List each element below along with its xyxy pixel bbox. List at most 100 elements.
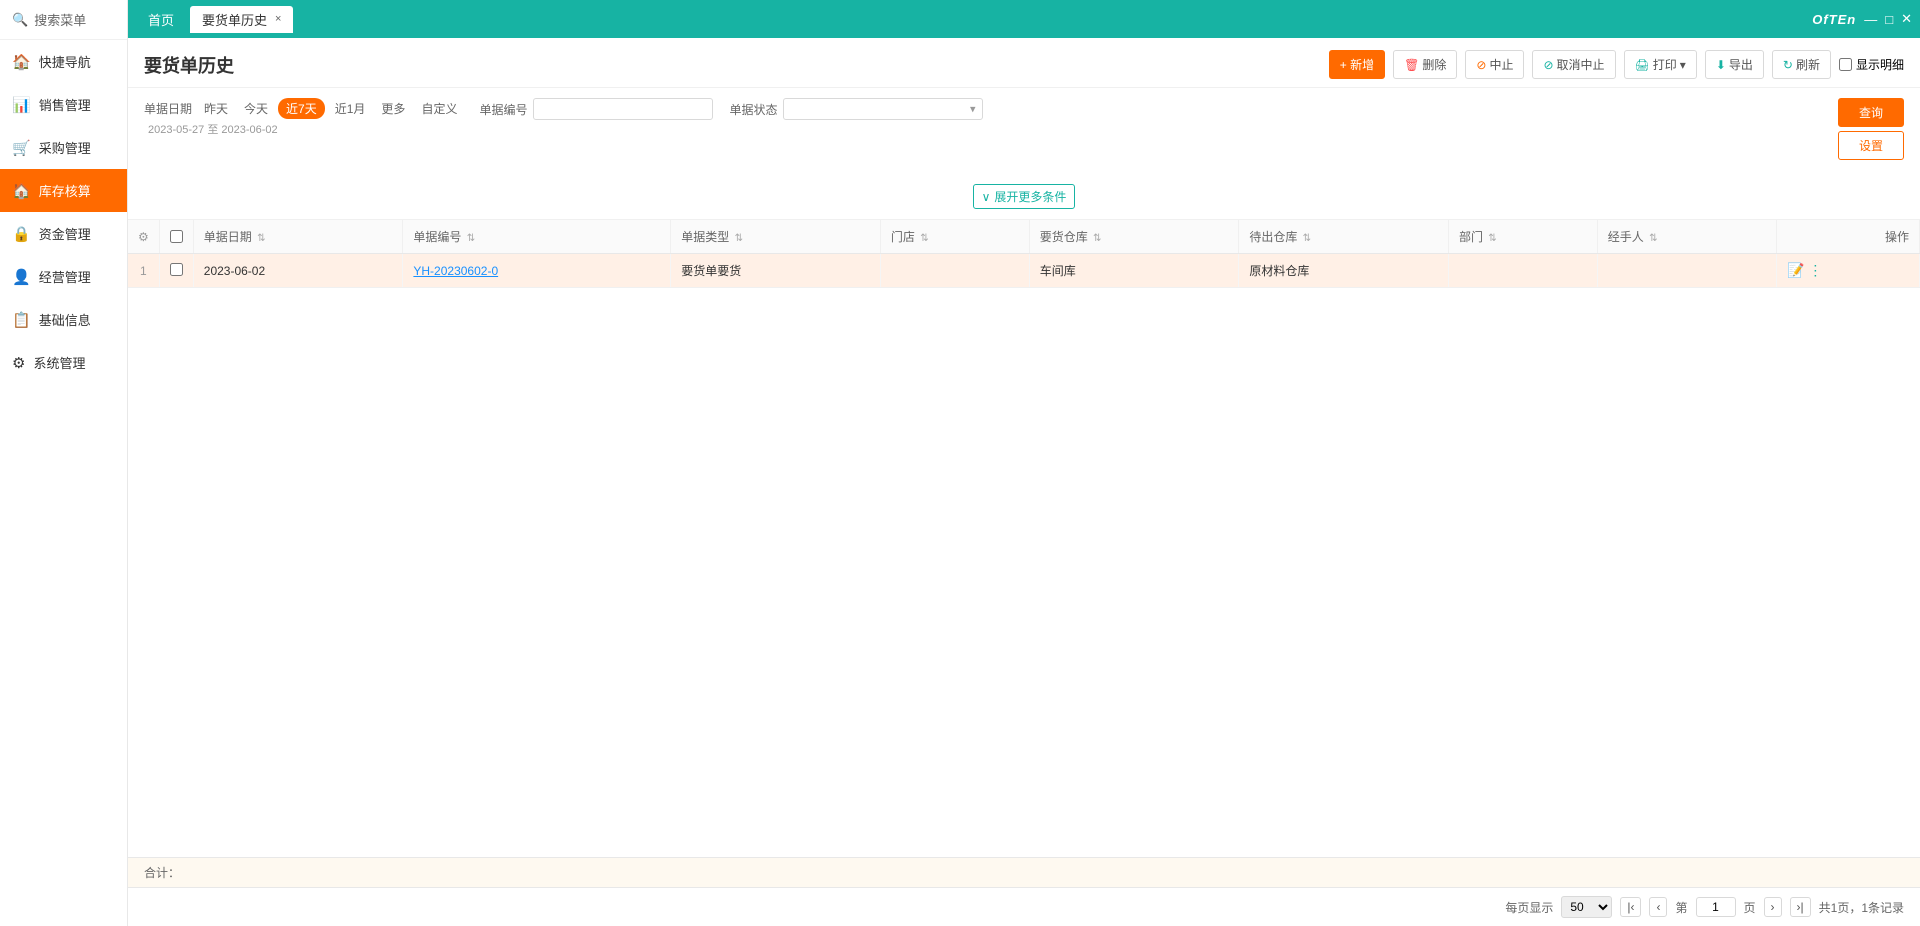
- th-dept[interactable]: 部门 ⇅: [1448, 220, 1597, 254]
- basic-info-icon: 📋: [12, 311, 31, 329]
- th-date[interactable]: 单据日期 ⇅: [193, 220, 403, 254]
- delete-button[interactable]: 🗑 删除: [1393, 50, 1457, 79]
- page-size-select[interactable]: 50 10 20 100: [1561, 896, 1612, 918]
- row-actions: 📝 ⋮: [1776, 254, 1919, 288]
- cancel-stop-button[interactable]: ⊘ 取消中止: [1532, 50, 1615, 79]
- sidebar-item-sys-mgmt[interactable]: ⚙ 系统管理: [0, 341, 127, 384]
- total-info: 共1页，1条记录: [1819, 899, 1904, 916]
- sort-date-icon: ⇅: [257, 233, 265, 244]
- date-btn-more[interactable]: 更多: [375, 98, 411, 119]
- row-pen-wh: 原材料仓库: [1239, 254, 1449, 288]
- next-page-btn[interactable]: ›: [1764, 897, 1782, 917]
- date-range-display: 2023-05-27 至 2023-06-02: [148, 121, 463, 137]
- sidebar-item-quick-nav[interactable]: 🏠 快捷导航: [0, 40, 127, 83]
- th-request-wh[interactable]: 要货仓库 ⇅: [1029, 220, 1239, 254]
- th-type[interactable]: 单据类型 ⇅: [671, 220, 881, 254]
- pagination: 每页显示 50 10 20 100 |‹ ‹ 第 页 › ›| 共1页，1条记录: [128, 887, 1920, 926]
- topbar: 首页 要货单历史 × OfTEn — □ ✕: [128, 0, 1920, 38]
- row-more-icon[interactable]: ⋮: [1808, 262, 1822, 279]
- stop-button[interactable]: ⊘ 中止: [1465, 50, 1524, 79]
- page-input[interactable]: [1696, 897, 1736, 917]
- select-all-checkbox[interactable]: [170, 230, 183, 243]
- refresh-button[interactable]: ↻ 刷新: [1772, 50, 1831, 79]
- sidebar-item-inventory[interactable]: 🏠 库存核算: [0, 169, 127, 212]
- page-label: 第: [1675, 899, 1687, 916]
- table-header-row: ⚙ 单据日期 ⇅ 单据编号 ⇅ 单据类型: [128, 220, 1920, 254]
- row-number[interactable]: YH-20230602-0: [403, 254, 671, 288]
- table-row[interactable]: 1 2023-06-02 YH-20230602-0 要货单要货 车间库 原材料…: [128, 254, 1920, 288]
- query-button[interactable]: 查询: [1838, 98, 1904, 127]
- sales-icon: 📊: [12, 96, 31, 114]
- topbar-right: OfTEn — □ ✕: [1812, 11, 1912, 27]
- tab-home[interactable]: 首页: [136, 6, 186, 33]
- bill-status-select[interactable]: [783, 98, 983, 120]
- sort-req-wh-icon: ⇅: [1093, 233, 1101, 244]
- row-handler: [1597, 254, 1776, 288]
- row-req-wh: 车间库: [1029, 254, 1239, 288]
- first-page-btn[interactable]: |‹: [1620, 897, 1641, 917]
- sidebar-item-purchase[interactable]: 🛒 采购管理: [0, 126, 127, 169]
- print-button[interactable]: 🖨 打印 ▾: [1624, 50, 1697, 79]
- th-settings[interactable]: ⚙: [128, 220, 159, 254]
- expand-more-btn[interactable]: ∨ 展开更多条件: [973, 184, 1076, 209]
- date-btn-custom[interactable]: 自定义: [415, 98, 463, 119]
- print-icon: 🖨: [1635, 58, 1650, 72]
- bill-table: ⚙ 单据日期 ⇅ 单据编号 ⇅ 单据类型: [128, 220, 1920, 288]
- th-handler[interactable]: 经手人 ⇅: [1597, 220, 1776, 254]
- bill-status-filter: 单据状态: [729, 98, 983, 120]
- close-window-btn[interactable]: ✕: [1901, 11, 1912, 27]
- brand-label: OfTEn: [1812, 12, 1856, 27]
- refresh-icon: ↻: [1783, 58, 1793, 72]
- row-date: 2023-06-02: [193, 254, 403, 288]
- table-footer: 合计：: [128, 857, 1920, 887]
- date-btn-today[interactable]: 今天: [238, 98, 274, 119]
- sidebar-item-finance[interactable]: 🔒 资金管理: [0, 212, 127, 255]
- new-button[interactable]: + 新增: [1329, 50, 1385, 79]
- row-edit-icon[interactable]: 📝: [1787, 262, 1804, 279]
- operations-icon: 👤: [12, 268, 31, 286]
- date-options: 昨天 今天 近7天 近1月 更多 自定义: [198, 98, 463, 119]
- inventory-icon: 🏠: [12, 182, 31, 200]
- page-header: 要货单历史 + 新增 🗑 删除 ⊘ 中止 ⊘ 取消中止 🖨 打印: [128, 38, 1920, 88]
- main-area: 首页 要货单历史 × OfTEn — □ ✕ 要货单历史 + 新增 🗑 删除 ⊘: [128, 0, 1920, 926]
- display-detail-toggle[interactable]: 显示明细: [1839, 56, 1904, 73]
- row-dept: [1448, 254, 1597, 288]
- sidebar-item-sales[interactable]: 📊 销售管理: [0, 83, 127, 126]
- row-checkbox-cell[interactable]: [159, 254, 193, 288]
- tab-close-icon[interactable]: ×: [275, 13, 281, 25]
- filter-bar: 单据日期 昨天 今天 近7天 近1月 更多 自定义 2023-05-27 至 2…: [128, 88, 1920, 220]
- tab-bill-history[interactable]: 要货单历史 ×: [190, 6, 293, 33]
- expand-icon: ∨: [982, 190, 991, 204]
- sidebar-search[interactable]: 🔍 搜索菜单: [0, 0, 127, 40]
- export-button[interactable]: ⬇ 导出: [1705, 50, 1764, 79]
- settings-button[interactable]: 设置: [1838, 131, 1904, 160]
- home-icon: 🏠: [12, 53, 31, 71]
- row-checkbox[interactable]: [170, 263, 183, 276]
- date-btn-1month[interactable]: 近1月: [329, 98, 372, 119]
- display-detail-checkbox[interactable]: [1839, 58, 1852, 71]
- date-btn-yesterday[interactable]: 昨天: [198, 98, 234, 119]
- search-icon: 🔍: [12, 12, 28, 28]
- prev-page-btn[interactable]: ‹: [1649, 897, 1667, 917]
- th-action: 操作: [1776, 220, 1919, 254]
- minimize-btn[interactable]: —: [1864, 12, 1877, 27]
- toolbar: + 新增 🗑 删除 ⊘ 中止 ⊘ 取消中止 🖨 打印 ▾: [1329, 50, 1904, 79]
- content: 要货单历史 + 新增 🗑 删除 ⊘ 中止 ⊘ 取消中止 🖨 打印: [128, 38, 1920, 926]
- sidebar-item-operations[interactable]: 👤 经营管理: [0, 255, 127, 298]
- sidebar-item-basic-info[interactable]: 📋 基础信息: [0, 298, 127, 341]
- maximize-btn[interactable]: □: [1885, 12, 1893, 27]
- date-btn-7days[interactable]: 近7天: [278, 98, 325, 119]
- bill-number-input[interactable]: [533, 98, 713, 120]
- cancel-stop-icon: ⊘: [1543, 58, 1553, 72]
- last-page-btn[interactable]: ›|: [1790, 897, 1811, 917]
- row-store: [880, 254, 1029, 288]
- th-store[interactable]: 门店 ⇅: [880, 220, 1029, 254]
- th-pending-wh[interactable]: 待出仓库 ⇅: [1239, 220, 1449, 254]
- sidebar: 🔍 搜索菜单 🏠 快捷导航 📊 销售管理 🛒 采购管理 🏠 库存核算 🔒 资金管…: [0, 0, 128, 926]
- th-checkbox[interactable]: [159, 220, 193, 254]
- table-wrapper: ⚙ 单据日期 ⇅ 单据编号 ⇅ 单据类型: [128, 220, 1920, 857]
- row-num: 1: [128, 254, 159, 288]
- date-filter-group: 单据日期 昨天 今天 近7天 近1月 更多 自定义 2023-05-27 至 2…: [144, 98, 463, 137]
- sys-icon: ⚙: [12, 354, 25, 372]
- th-number[interactable]: 单据编号 ⇅: [403, 220, 671, 254]
